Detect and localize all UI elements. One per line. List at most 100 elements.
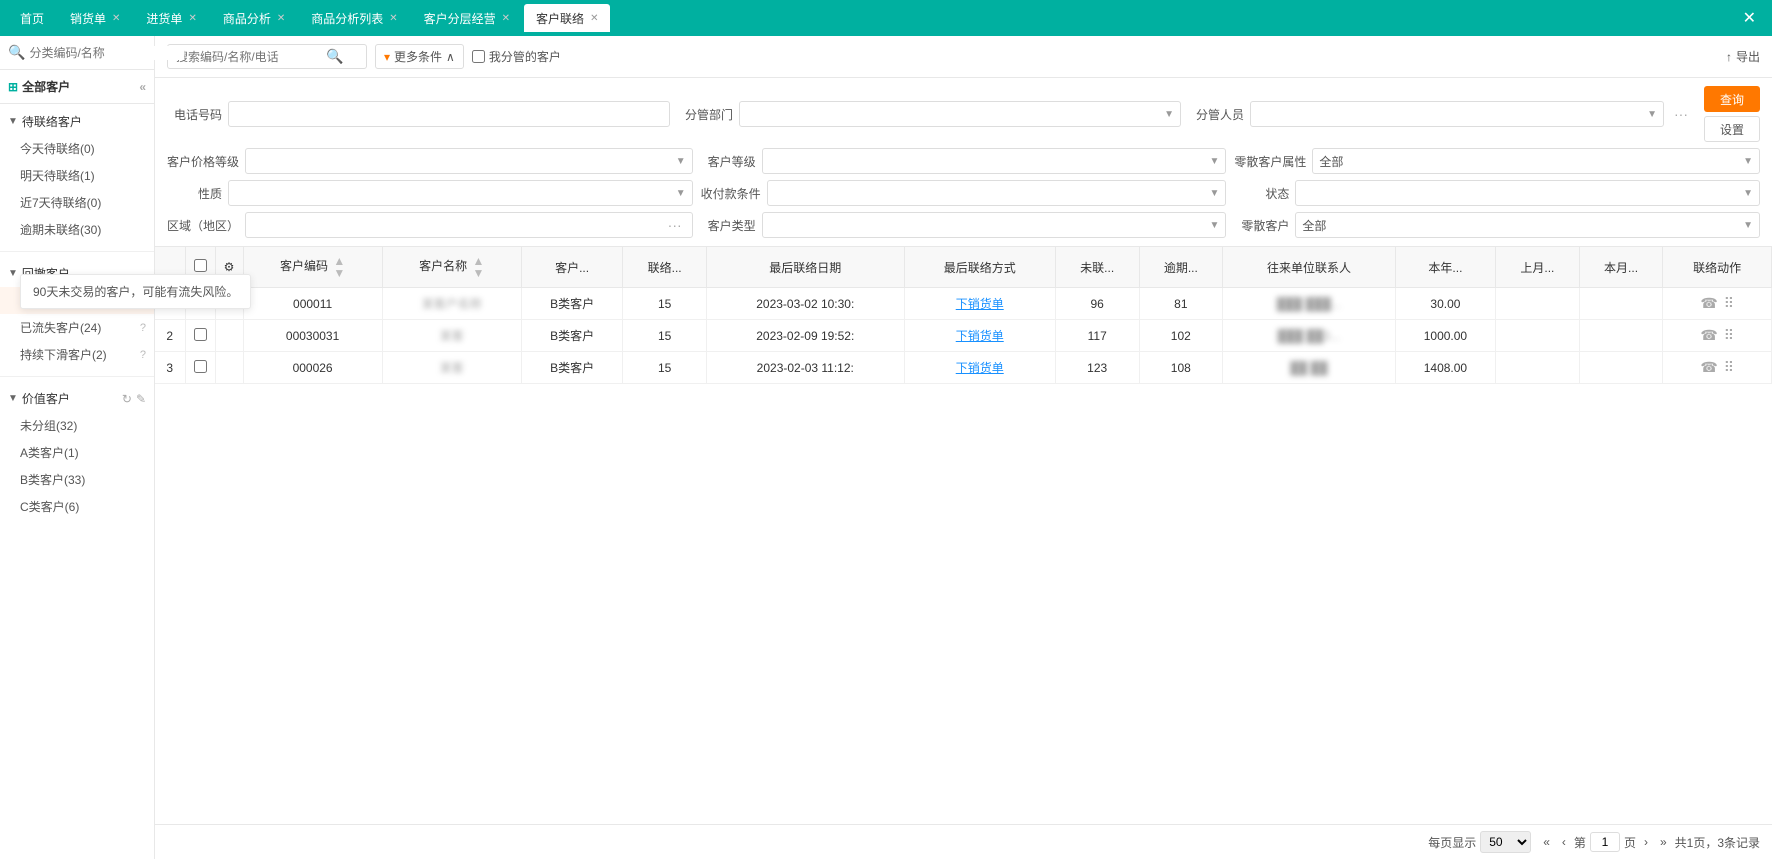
- select-all-checkbox[interactable]: [194, 259, 207, 272]
- declining-question-icon[interactable]: ?: [140, 349, 146, 361]
- col-overdue[interactable]: 逾期...: [1139, 247, 1223, 288]
- person-select[interactable]: ▼: [1250, 101, 1664, 127]
- payment-select[interactable]: ▼: [767, 180, 1227, 206]
- retail-attr-select[interactable]: 全部 ▼: [1312, 148, 1760, 174]
- filter-btn-label: 更多条件: [394, 48, 442, 65]
- phone-label: 电话号码: [167, 106, 222, 123]
- sidebar-item-overdue[interactable]: 逾期未联络(30): [0, 216, 154, 243]
- col-last-method[interactable]: 最后联络方式: [904, 247, 1055, 288]
- action-phone-icon[interactable]: ☎: [1700, 327, 1717, 344]
- my-customers-checkbox[interactable]: [472, 50, 485, 63]
- value-edit-icon[interactable]: ✎: [136, 392, 146, 406]
- filter-btn[interactable]: ▾ 更多条件 ∧: [375, 44, 464, 69]
- tab-sales-close[interactable]: ✕: [112, 13, 120, 24]
- last-method-link[interactable]: 下销货单: [956, 361, 1004, 375]
- sidebar-item-tomorrow[interactable]: 明天待联络(1): [0, 162, 154, 189]
- action-phone-icon[interactable]: ☎: [1700, 359, 1717, 376]
- cell-this-month: [1579, 320, 1663, 352]
- filter-field-phone: 电话号码: [167, 101, 670, 127]
- tab-analysis-list-close[interactable]: ✕: [389, 13, 397, 24]
- status-select[interactable]: ▼: [1295, 180, 1760, 206]
- row-checkbox[interactable]: [194, 360, 207, 373]
- cell-checkbox[interactable]: [185, 320, 215, 352]
- col-this-month[interactable]: 本月...: [1579, 247, 1663, 288]
- last-method-link[interactable]: 下销货单: [956, 329, 1004, 343]
- cust-type-select[interactable]: ▼: [762, 212, 1227, 238]
- sidebar-item-ungroup[interactable]: 未分组(32): [0, 412, 154, 439]
- nature-select[interactable]: ▼: [228, 180, 693, 206]
- value-refresh-icon[interactable]: ↻: [122, 392, 132, 406]
- row-checkbox[interactable]: [194, 328, 207, 341]
- action-more-icon[interactable]: ⠿: [1724, 295, 1734, 312]
- level-select[interactable]: ▼: [762, 148, 1227, 174]
- col-company-contact[interactable]: 往来单位联系人: [1223, 247, 1396, 288]
- page-size-select[interactable]: 50 100: [1480, 831, 1531, 853]
- col-code[interactable]: 客户编码 ▲▼: [243, 247, 382, 288]
- sidebar-item-class-c[interactable]: C类客户(6): [0, 493, 154, 520]
- query-button[interactable]: 查询: [1704, 86, 1760, 112]
- tab-analysis-list[interactable]: 商品分析列表 ✕: [299, 4, 409, 32]
- col-last-date[interactable]: 最后联络日期: [706, 247, 904, 288]
- search-icon[interactable]: 🔍: [326, 48, 343, 65]
- tab-customer-segment-close[interactable]: ✕: [502, 13, 510, 24]
- already-lost-question-icon[interactable]: ?: [140, 322, 146, 334]
- tab-home[interactable]: 首页: [8, 4, 56, 32]
- person-arrow-icon: ▼: [1647, 109, 1657, 120]
- tab-analysis-close[interactable]: ✕: [277, 13, 285, 24]
- cell-setting: [215, 352, 243, 384]
- window-close-button[interactable]: ✕: [1735, 8, 1764, 28]
- dept-select[interactable]: ▼: [739, 101, 1181, 127]
- action-more-icon[interactable]: ⠿: [1724, 359, 1734, 376]
- sidebar-item-already-lost[interactable]: 已流失客户(24) ?: [0, 314, 154, 341]
- sidebar-group-value-title[interactable]: ▼ 价值客户 ↻ ✎: [0, 385, 154, 412]
- setting-button[interactable]: 设置: [1704, 116, 1760, 142]
- phone-input[interactable]: [228, 101, 670, 127]
- tab-customer-link-close[interactable]: ✕: [590, 13, 598, 24]
- page-input[interactable]: [1590, 832, 1620, 852]
- search-input[interactable]: [176, 50, 326, 64]
- col-this-year[interactable]: 本年...: [1395, 247, 1495, 288]
- tab-sales[interactable]: 销货单 ✕: [58, 4, 132, 32]
- cell-this-month: [1579, 352, 1663, 384]
- price-level-select[interactable]: ▼: [245, 148, 693, 174]
- col-last-month[interactable]: 上月...: [1496, 247, 1580, 288]
- tab-purchase-close[interactable]: ✕: [188, 13, 196, 24]
- last-page-btn[interactable]: »: [1656, 833, 1671, 851]
- tab-customer-link[interactable]: 客户联络 ✕: [524, 4, 610, 32]
- tab-customer-segment[interactable]: 客户分层经营 ✕: [412, 4, 522, 32]
- col-uncontacted[interactable]: 未联...: [1055, 247, 1139, 288]
- sidebar-divider-2: [0, 376, 154, 377]
- col-contact[interactable]: 联络...: [623, 247, 707, 288]
- data-table: ⚙ 客户编码 ▲▼ 客户名称 ▲▼ 客户... 联络... 最后联络日期 最后联…: [155, 247, 1772, 384]
- region-more-btn[interactable]: ···: [664, 217, 686, 233]
- sidebar-item-class-a[interactable]: A类客户(1): [0, 439, 154, 466]
- prev-page-btn[interactable]: ‹: [1558, 833, 1570, 851]
- col-action[interactable]: 联络动作: [1663, 247, 1772, 288]
- last-method-link[interactable]: 下销货单: [956, 297, 1004, 311]
- sidebar-item-today[interactable]: 今天待联络(0): [0, 135, 154, 162]
- my-customers-checkbox-wrap[interactable]: 我分管的客户: [472, 48, 561, 65]
- sidebar-group-pending-title[interactable]: ▼ 待联络客户: [0, 108, 154, 135]
- sidebar-item-class-b[interactable]: B类客户(33): [0, 466, 154, 493]
- cell-checkbox[interactable]: [185, 352, 215, 384]
- sidebar-all-customers-header[interactable]: ⊞ 全部客户 «: [0, 70, 154, 104]
- action-more-icon[interactable]: ⠿: [1724, 327, 1734, 344]
- action-phone-icon[interactable]: ☎: [1700, 295, 1717, 312]
- col-name[interactable]: 客户名称 ▲▼: [382, 247, 521, 288]
- tab-purchase[interactable]: 进货单 ✕: [134, 4, 208, 32]
- next-page-btn[interactable]: ›: [1640, 833, 1652, 851]
- sidebar-collapse-btn[interactable]: «: [139, 80, 146, 94]
- sidebar-search-input[interactable]: [29, 46, 184, 60]
- person-more-btn[interactable]: ···: [1670, 106, 1692, 122]
- tab-analysis[interactable]: 商品分析 ✕: [211, 4, 297, 32]
- region-select[interactable]: ···: [245, 212, 693, 238]
- export-btn[interactable]: ↑ 导出: [1726, 48, 1760, 65]
- value-arrow-icon: ▼: [8, 393, 18, 404]
- first-page-btn[interactable]: «: [1539, 833, 1554, 851]
- nature-label: 性质: [167, 185, 222, 202]
- col-type[interactable]: 客户...: [521, 247, 622, 288]
- sidebar-item-week[interactable]: 近7天待联络(0): [0, 189, 154, 216]
- cell-company-contact: ███ ███...: [1223, 288, 1396, 320]
- sidebar-item-declining[interactable]: 持续下滑客户(2) ?: [0, 341, 154, 368]
- retail-select[interactable]: 全部 ▼: [1295, 212, 1760, 238]
